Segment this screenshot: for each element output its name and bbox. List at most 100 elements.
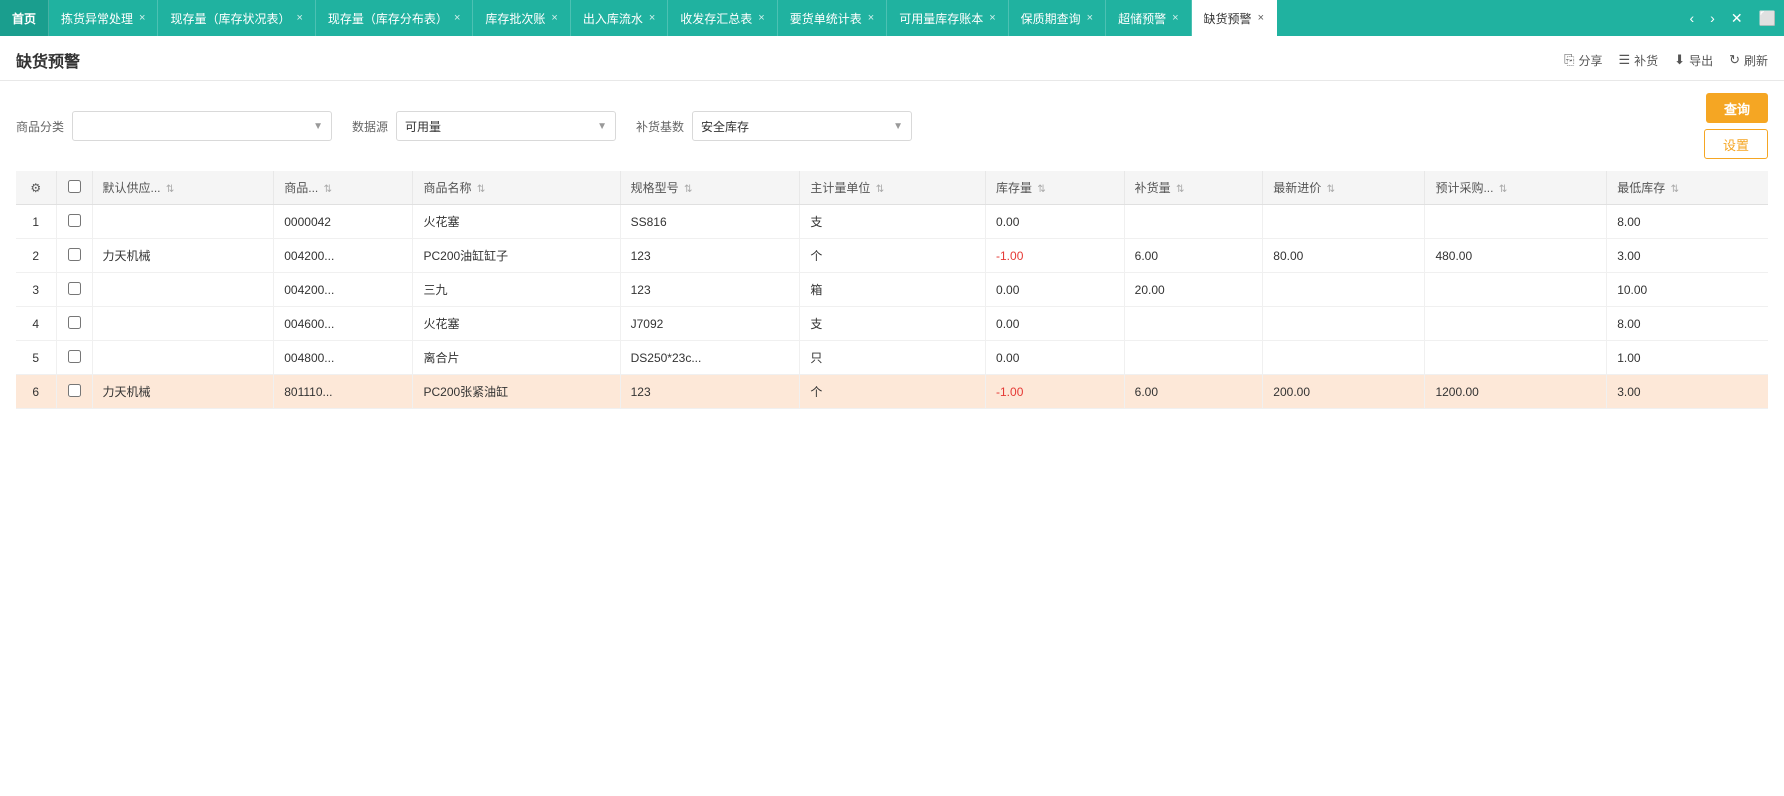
tab-expiry[interactable]: 保质期查询 × bbox=[1009, 0, 1106, 36]
close-icon[interactable]: × bbox=[551, 12, 557, 24]
tab-restore[interactable]: ⬜ bbox=[1751, 0, 1784, 36]
cell-replenish-qty bbox=[1124, 341, 1263, 375]
category-select[interactable]: ▼ bbox=[72, 111, 332, 141]
col-unit[interactable]: 主计量单位 ⇅ bbox=[800, 171, 986, 205]
cell-supplier: 力天机械 bbox=[92, 239, 274, 273]
col-replenish-qty[interactable]: 补货量 ⇅ bbox=[1124, 171, 1263, 205]
tab-available[interactable]: 可用量库存账本 × bbox=[887, 0, 1008, 36]
close-icon[interactable]: × bbox=[868, 12, 874, 24]
tab-shortage[interactable]: 缺货预警 × bbox=[1192, 0, 1277, 36]
cell-product-name: 三九 bbox=[413, 273, 620, 307]
col-spec[interactable]: 规格型号 ⇅ bbox=[620, 171, 800, 205]
cell-min-stock: 1.00 bbox=[1607, 341, 1768, 375]
col-min-stock[interactable]: 最低库存 ⇅ bbox=[1607, 171, 1768, 205]
sort-icon: ⇅ bbox=[684, 184, 692, 195]
row-checkbox[interactable] bbox=[68, 282, 81, 295]
table-body: 1 0000042 火花塞 SS816 支 0.00 8.00 2 力天机械 0… bbox=[16, 205, 1768, 409]
row-checkbox[interactable] bbox=[68, 384, 81, 397]
table-row: 2 力天机械 004200... PC200油缸缸子 123 个 -1.00 6… bbox=[16, 239, 1768, 273]
tab-stock-dist[interactable]: 现存量（库存分布表） × bbox=[316, 0, 473, 36]
col-product-name[interactable]: 商品名称 ⇅ bbox=[413, 171, 620, 205]
replenish-select[interactable]: 安全库存 ▼ bbox=[692, 111, 912, 141]
row-checkbox[interactable] bbox=[68, 316, 81, 329]
datasource-select[interactable]: 可用量 ▼ bbox=[396, 111, 616, 141]
table-row: 1 0000042 火花塞 SS816 支 0.00 8.00 bbox=[16, 205, 1768, 239]
cell-unit: 支 bbox=[800, 307, 986, 341]
cell-product-code: 004200... bbox=[274, 239, 413, 273]
cell-min-stock: 10.00 bbox=[1607, 273, 1768, 307]
cell-spec: 123 bbox=[620, 375, 800, 409]
datasource-filter-group: 数据源 可用量 ▼ bbox=[352, 111, 616, 141]
cell-product-name: 离合片 bbox=[413, 341, 620, 375]
col-supplier[interactable]: 默认供应... ⇅ bbox=[92, 171, 274, 205]
settings-button[interactable]: 设置 bbox=[1704, 129, 1768, 159]
cell-est-purchase: 1200.00 bbox=[1425, 375, 1607, 409]
cell-spec: 123 bbox=[620, 273, 800, 307]
col-stock[interactable]: 库存量 ⇅ bbox=[986, 171, 1125, 205]
tab-batch[interactable]: 库存批次账 × bbox=[473, 0, 570, 36]
row-checkbox[interactable] bbox=[68, 350, 81, 363]
tab-exception[interactable]: 拣货异常处理 × bbox=[49, 0, 158, 36]
row-checkbox[interactable] bbox=[68, 248, 81, 261]
sort-icon: ⇅ bbox=[477, 184, 485, 195]
col-latest-price[interactable]: 最新进价 ⇅ bbox=[1263, 171, 1425, 205]
cell-product-code: 801110... bbox=[274, 375, 413, 409]
cell-min-stock: 8.00 bbox=[1607, 205, 1768, 239]
select-all-checkbox[interactable] bbox=[68, 180, 81, 193]
cell-latest-price bbox=[1263, 273, 1425, 307]
close-icon[interactable]: × bbox=[139, 12, 145, 24]
share-button[interactable]: ⎘ 分享 bbox=[1564, 52, 1602, 69]
cell-product-code: 004600... bbox=[274, 307, 413, 341]
cell-supplier bbox=[92, 273, 274, 307]
replenish-button[interactable]: ☰ 补货 bbox=[1618, 52, 1658, 69]
cell-product-name: PC200油缸缸子 bbox=[413, 239, 620, 273]
cell-stock: 0.00 bbox=[986, 341, 1125, 375]
row-checkbox-cell bbox=[56, 205, 92, 239]
tab-inout[interactable]: 出入库流水 × bbox=[571, 0, 668, 36]
close-icon[interactable]: × bbox=[758, 12, 764, 24]
tab-close-all[interactable]: ✕ bbox=[1723, 0, 1751, 36]
query-button[interactable]: 查询 bbox=[1706, 93, 1768, 123]
sort-icon: ⇅ bbox=[1671, 184, 1679, 195]
close-icon[interactable]: × bbox=[989, 12, 995, 24]
close-icon[interactable]: × bbox=[1258, 12, 1264, 24]
export-button[interactable]: ⬇ 导出 bbox=[1674, 52, 1713, 69]
tab-overstock[interactable]: 超储预警 × bbox=[1106, 0, 1191, 36]
cell-stock: -1.00 bbox=[986, 239, 1125, 273]
header-actions: ⎘ 分享 ☰ 补货 ⬇ 导出 ↻ 刷新 bbox=[1564, 52, 1768, 69]
sort-icon: ⇅ bbox=[1499, 184, 1507, 195]
row-checkbox[interactable] bbox=[68, 214, 81, 227]
cell-est-purchase bbox=[1425, 341, 1607, 375]
cell-min-stock: 3.00 bbox=[1607, 239, 1768, 273]
chevron-down-icon: ▼ bbox=[893, 121, 903, 132]
close-icon[interactable]: × bbox=[454, 12, 460, 24]
col-gear[interactable]: ⚙ bbox=[16, 171, 56, 205]
cell-replenish-qty: 6.00 bbox=[1124, 239, 1263, 273]
sort-icon: ⇅ bbox=[166, 184, 174, 195]
close-icon[interactable]: × bbox=[1087, 12, 1093, 24]
col-est-purchase[interactable]: 预计采购... ⇅ bbox=[1425, 171, 1607, 205]
sort-icon: ⇅ bbox=[324, 184, 332, 195]
row-checkbox-cell bbox=[56, 375, 92, 409]
close-icon[interactable]: × bbox=[649, 12, 655, 24]
tab-stock-status[interactable]: 现存量（库存状况表） × bbox=[158, 0, 315, 36]
tab-scroll-left[interactable]: ‹ bbox=[1681, 0, 1702, 36]
close-icon[interactable]: × bbox=[1172, 12, 1178, 24]
close-icon[interactable]: × bbox=[296, 12, 302, 24]
tab-demand[interactable]: 要货单统计表 × bbox=[778, 0, 887, 36]
cell-replenish-qty: 6.00 bbox=[1124, 375, 1263, 409]
refresh-button[interactable]: ↻ 刷新 bbox=[1729, 52, 1768, 69]
tab-collect[interactable]: 收发存汇总表 × bbox=[668, 0, 777, 36]
tab-scroll-right[interactable]: › bbox=[1702, 0, 1723, 36]
chevron-down-icon: ▼ bbox=[313, 121, 323, 132]
cell-est-purchase: 480.00 bbox=[1425, 239, 1607, 273]
sort-icon: ⇅ bbox=[1176, 184, 1184, 195]
col-product-code[interactable]: 商品... ⇅ bbox=[274, 171, 413, 205]
table-row: 6 力天机械 801110... PC200张紧油缸 123 个 -1.00 6… bbox=[16, 375, 1768, 409]
cell-product-name: 火花塞 bbox=[413, 307, 620, 341]
tab-home[interactable]: 首页 bbox=[0, 0, 49, 36]
cell-min-stock: 3.00 bbox=[1607, 375, 1768, 409]
table-row: 3 004200... 三九 123 箱 0.00 20.00 10.00 bbox=[16, 273, 1768, 307]
table-header-row: ⚙ 默认供应... ⇅ 商品... ⇅ 商品名称 bbox=[16, 171, 1768, 205]
cell-spec: J7092 bbox=[620, 307, 800, 341]
